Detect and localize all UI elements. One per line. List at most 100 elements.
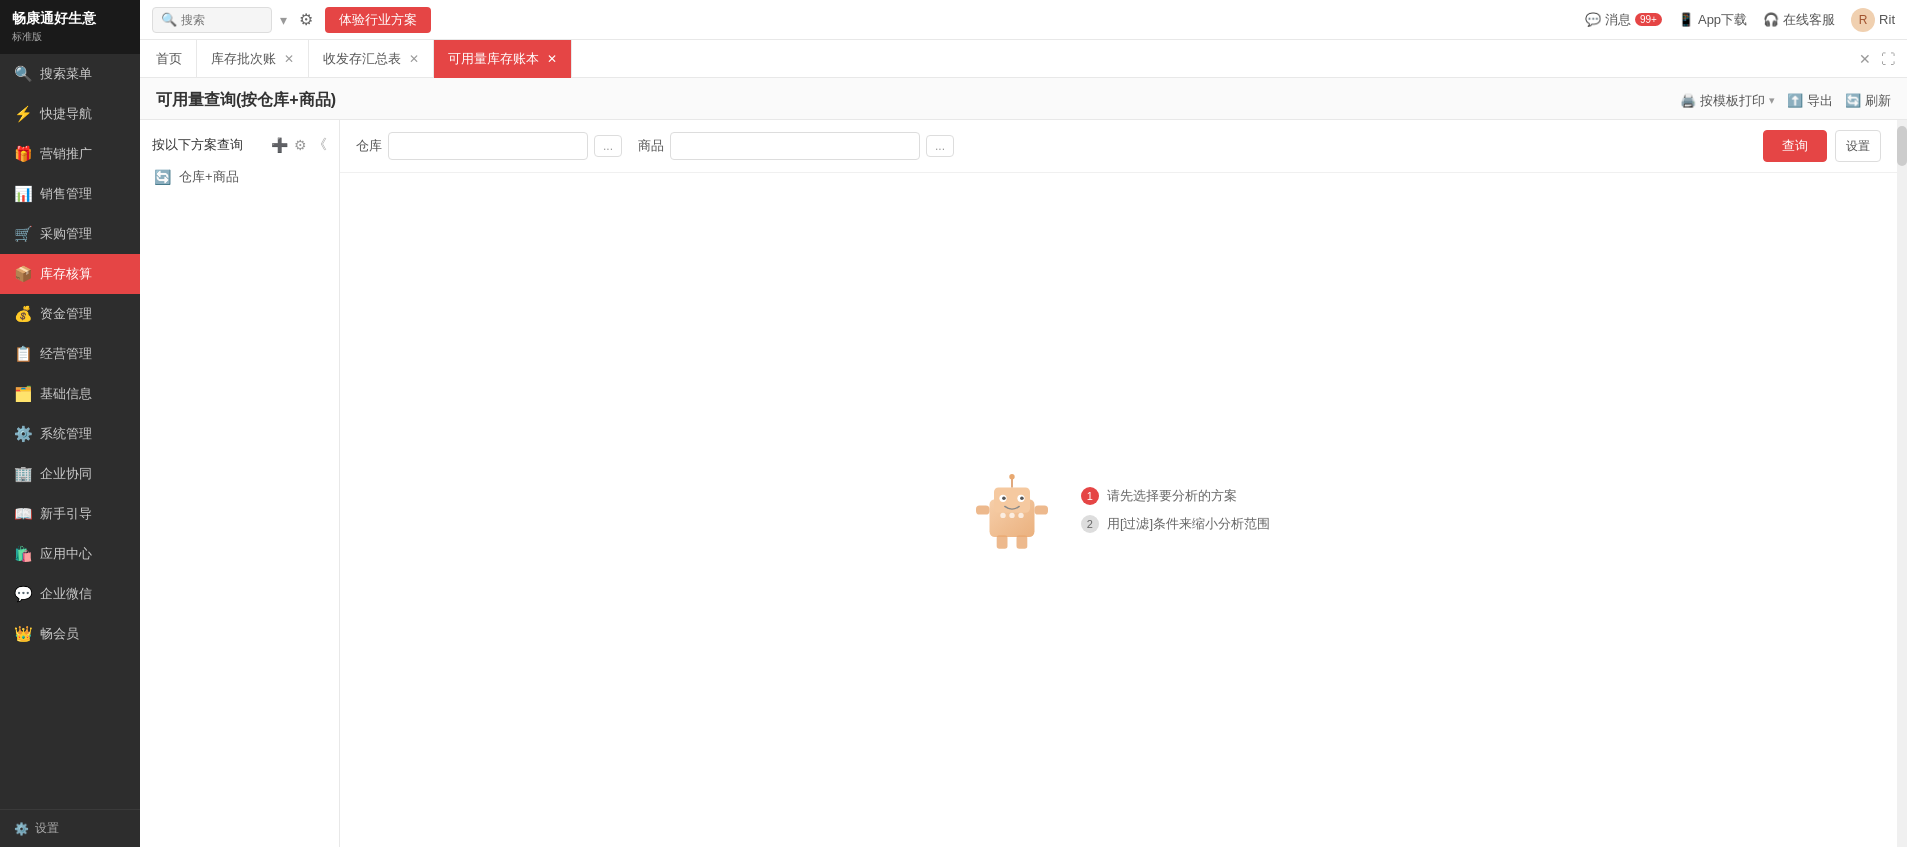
content-area: 按以下方案查询 ➕ ⚙ 《 🔄 仓库+商品 仓库 ... [140,120,1907,847]
sidebar-item-label: 基础信息 [40,385,92,403]
close-window-icon[interactable]: ✕ [1859,51,1871,67]
bell-icon: 💬 [1585,12,1601,27]
book-icon: 📖 [14,505,32,523]
sidebar-item-corp[interactable]: 🏢 企业协同 [0,454,140,494]
svg-rect-8 [976,506,990,515]
query-button[interactable]: 查询 [1763,130,1827,162]
print-icon: 🖨️ [1680,93,1696,108]
page-title: 可用量查询(按仓库+商品) [156,90,336,111]
filter-panel-header: 按以下方案查询 ➕ ⚙ 《 [140,130,339,160]
filter-panel-actions: ➕ ⚙ 《 [271,136,327,154]
warehouse-field: 仓库 ... [356,132,622,160]
tab-close-icon[interactable]: ✕ [409,52,419,66]
manage-filter-icon[interactable]: ⚙ [294,137,307,153]
tab-batch[interactable]: 库存批次账 ✕ [197,40,309,78]
user-profile[interactable]: R Rit [1851,8,1895,32]
empty-tip-2: 2 用[过滤]条件来缩小分析范围 [1081,515,1270,533]
tab-label: 可用量库存账本 [448,50,539,68]
sidebar-item-finance[interactable]: 💰 资金管理 [0,294,140,334]
refresh-button[interactable]: 🔄 刷新 [1845,92,1891,110]
chat-icon: 💬 [14,585,32,603]
sidebar-item-label: 系统管理 [40,425,92,443]
print-label: 按模板打印 [1700,92,1765,110]
customer-service-label: 在线客服 [1783,11,1835,29]
tip-text-1: 请先选择要分析的方案 [1107,487,1237,505]
filter-item-label: 仓库+商品 [179,168,239,186]
sidebar-item-label: 营销推广 [40,145,92,163]
sidebar-item-purchase[interactable]: 🛒 采购管理 [0,214,140,254]
phone-icon: 📱 [1678,12,1694,27]
maximize-icon[interactable]: ⛶ [1881,51,1895,67]
notification-button[interactable]: 💬 消息 99+ [1585,11,1662,29]
sidebar-item-ops[interactable]: 📋 经营管理 [0,334,140,374]
headset-icon: 🎧 [1763,12,1779,27]
sidebar-item-guide[interactable]: 📖 新手引导 [0,494,140,534]
filter-item-warehouse-product[interactable]: 🔄 仓库+商品 [140,160,339,194]
sidebar-item-system[interactable]: ⚙️ 系统管理 [0,414,140,454]
tab-close-icon[interactable]: ✕ [284,52,294,66]
right-scrollbar[interactable] [1897,120,1907,847]
sidebar-footer[interactable]: ⚙️ 设置 [0,809,140,847]
sidebar-item-base[interactable]: 🗂️ 基础信息 [0,374,140,414]
tabs-bar: 首页 库存批次账 ✕ 收发存汇总表 ✕ 可用量库存账本 ✕ ✕ ⛶ [140,40,1907,78]
tab-label: 收发存汇总表 [323,50,401,68]
app-download-button[interactable]: 📱 App下载 [1678,11,1747,29]
sidebar-item-quicknav[interactable]: ⚡ 快捷导航 [0,94,140,134]
sidebar-item-label: 库存核算 [40,265,92,283]
sidebar-item-inventory[interactable]: 📦 库存核算 [0,254,140,294]
tab-label: 库存批次账 [211,50,276,68]
sidebar-item-label: 搜索菜单 [40,65,92,83]
username-label: Rit [1879,12,1895,27]
sidebar-item-appstore[interactable]: 🛍️ 应用中心 [0,534,140,574]
tip-num-1: 1 [1081,487,1099,505]
empty-state-content: 1 请先选择要分析的方案 2 用[过滤]条件来缩小分析范围 [967,465,1270,555]
clipboard-icon: 📋 [14,345,32,363]
window-controls: ✕ ⛶ [1859,51,1907,67]
svg-point-13 [1009,513,1014,518]
empty-robot-illustration [967,465,1057,555]
sidebar-item-label: 应用中心 [40,545,92,563]
settings-icon[interactable]: ⚙ [295,6,317,33]
print-button[interactable]: 🖨️ 按模板打印 ▾ [1680,92,1775,110]
page-header-actions: 🖨️ 按模板打印 ▾ ⬆️ 导出 🔄 刷新 [1680,92,1891,110]
svg-rect-10 [997,535,1008,549]
bag-icon: 🛍️ [14,545,32,563]
sidebar-item-sales[interactable]: 📊 销售管理 [0,174,140,214]
tab-summary[interactable]: 收发存汇总表 ✕ [309,40,434,78]
settings-button[interactable]: 设置 [1835,130,1881,162]
sidebar-item-label: 采购管理 [40,225,92,243]
svg-point-14 [1018,513,1023,518]
tab-close-icon[interactable]: ✕ [547,52,557,66]
product-input[interactable] [670,132,920,160]
office-icon: 🏢 [14,465,32,483]
search-input[interactable] [181,13,261,27]
tab-home[interactable]: 首页 [140,40,197,78]
empty-state: 1 请先选择要分析的方案 2 用[过滤]条件来缩小分析范围 [340,173,1897,847]
notification-label: 消息 [1605,11,1631,29]
crown-icon: 👑 [14,625,32,643]
sidebar-item-marketing[interactable]: 🎁 营销推广 [0,134,140,174]
sidebar-item-label: 销售管理 [40,185,92,203]
add-filter-icon[interactable]: ➕ [271,137,288,153]
svg-point-4 [1002,497,1006,501]
tab-available[interactable]: 可用量库存账本 ✕ [434,40,572,78]
sidebar-item-search[interactable]: 🔍 搜索菜单 [0,54,140,94]
collapse-filter-icon[interactable]: 《 [313,136,327,154]
filter-panel: 按以下方案查询 ➕ ⚙ 《 🔄 仓库+商品 [140,120,340,847]
topbar-search-box[interactable]: 🔍 [152,7,272,33]
export-button[interactable]: ⬆️ 导出 [1787,92,1833,110]
warehouse-input[interactable] [388,132,588,160]
app-download-label: App下载 [1698,11,1747,29]
warehouse-more-button[interactable]: ... [594,135,622,157]
empty-tips: 1 请先选择要分析的方案 2 用[过滤]条件来缩小分析范围 [1081,487,1270,533]
product-more-button[interactable]: ... [926,135,954,157]
lightning-icon: ⚡ [14,105,32,123]
customer-service-button[interactable]: 🎧 在线客服 [1763,11,1835,29]
page-header: 可用量查询(按仓库+商品) 🖨️ 按模板打印 ▾ ⬆️ 导出 🔄 刷新 [140,78,1907,120]
sidebar-item-member[interactable]: 👑 畅会员 [0,614,140,654]
sidebar-item-label: 资金管理 [40,305,92,323]
industry-solution-button[interactable]: 体验行业方案 [325,7,431,33]
query-bar: 仓库 ... 商品 ... 查询 设置 [340,120,1897,173]
dropdown-chevron-icon[interactable]: ▾ [280,12,287,28]
sidebar-item-wechat[interactable]: 💬 企业微信 [0,574,140,614]
